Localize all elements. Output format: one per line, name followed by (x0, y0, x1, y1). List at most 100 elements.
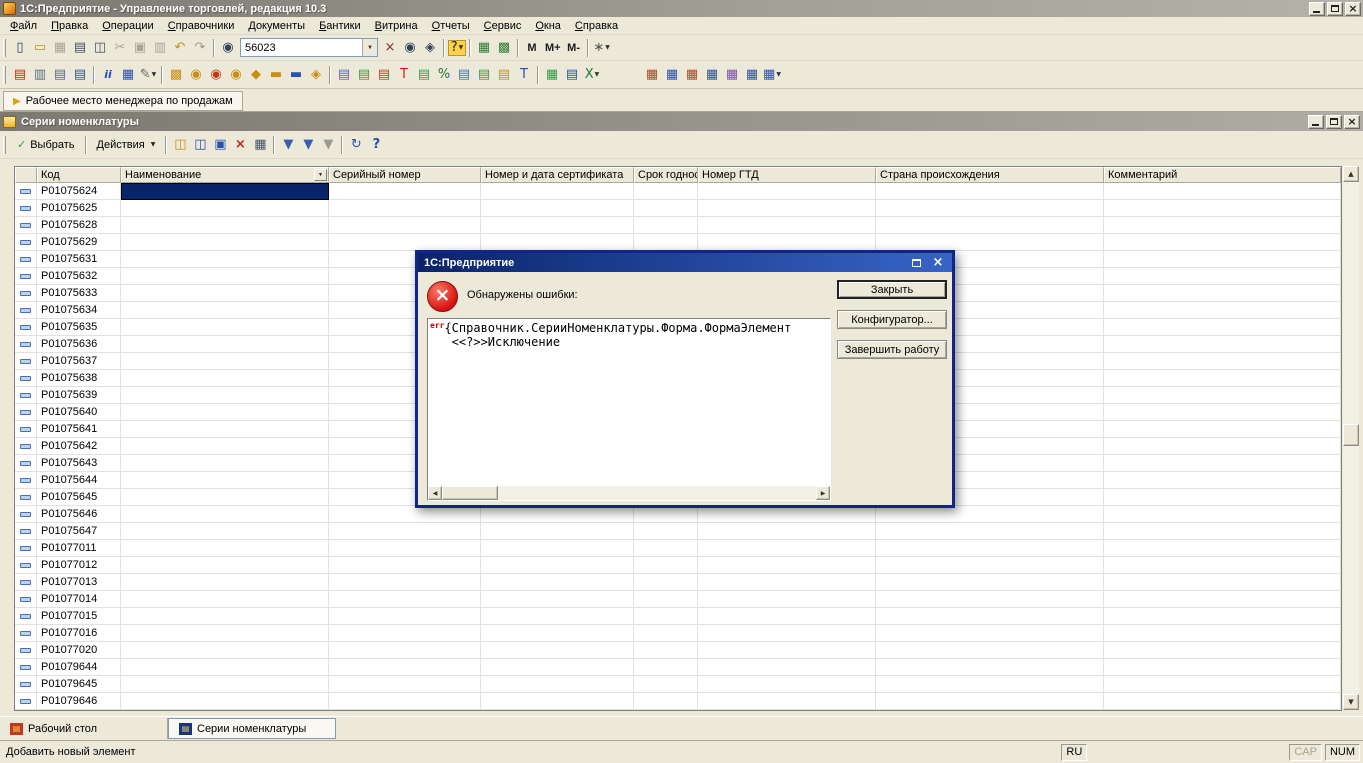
dialog-maximize-button[interactable] (908, 256, 924, 269)
doc-del-icon[interactable]: ▤ (374, 65, 394, 85)
scroll-down-icon[interactable]: ▼ (1343, 694, 1359, 710)
payment-out-icon[interactable]: ◉ (226, 65, 246, 85)
income-icon[interactable]: ◈ (306, 65, 326, 85)
filter-icon[interactable]: ▼ (278, 135, 298, 155)
coins-icon[interactable]: ◉ (186, 65, 206, 85)
menu-item[interactable]: Файл (3, 18, 44, 34)
menu-item[interactable]: Бантики (312, 18, 368, 34)
payment-in-icon[interactable]: ◉ (206, 65, 226, 85)
sort-dropdown-icon[interactable]: ▼ (314, 169, 327, 181)
shutdown-button[interactable]: Завершить работу (837, 340, 947, 359)
redo-icon[interactable]: ↷ (190, 38, 210, 58)
cash-book-icon[interactable]: ▤ (10, 65, 30, 85)
find-next-icon[interactable]: ◈ (420, 38, 440, 58)
table-row[interactable]: P01075625 (15, 200, 1341, 217)
info-icon[interactable]: ii (98, 65, 118, 85)
excel-export-icon[interactable]: Х ▼ (582, 65, 602, 85)
money-icon[interactable]: ▬ (266, 65, 286, 85)
table-row[interactable]: P01077011 (15, 540, 1341, 557)
horizontal-scrollbar[interactable]: ◀ ▶ (428, 486, 830, 500)
table-row[interactable]: P01079644 (15, 659, 1341, 676)
find-icon[interactable]: ◉ (218, 38, 238, 58)
table-row[interactable]: P01075646 (15, 506, 1341, 523)
print-preview-icon[interactable]: ◫ (90, 38, 110, 58)
documents-icon[interactable]: ▤ (70, 65, 90, 85)
table-row[interactable]: P01075629 (15, 234, 1341, 251)
table-row[interactable]: P01077013 (15, 574, 1341, 591)
table-row[interactable]: P01075624 (15, 183, 1341, 200)
edit-settings-icon[interactable]: ✎ ▼ (138, 65, 158, 85)
language-indicator[interactable]: RU (1061, 743, 1088, 761)
structure-blue2-icon[interactable]: ▦ (702, 65, 722, 85)
filter-by-value-icon[interactable]: ▼ (298, 135, 318, 155)
column-header[interactable]: Срок годнос... (634, 167, 698, 183)
search-combo[interactable]: 56023 ▼ (240, 38, 378, 57)
doc-gold-icon[interactable]: ▤ (494, 65, 514, 85)
bell-icon[interactable]: ◆ (246, 65, 266, 85)
taskbar-tab-desktop[interactable]: ▤ Рабочий стол (0, 718, 168, 739)
restore-button[interactable] (1327, 1, 1343, 16)
table-row[interactable]: P01077015 (15, 608, 1341, 625)
hierarchy-icon[interactable]: ◫ (190, 135, 210, 155)
doc-t-red-icon[interactable]: Т (394, 65, 414, 85)
scroll-right-icon[interactable]: ▶ (816, 486, 830, 500)
close-error-button[interactable]: Закрыть (837, 280, 947, 299)
structure-mixed-icon[interactable]: ▦ (722, 65, 742, 85)
spreadsheet-icon[interactable]: ▦ (474, 38, 494, 58)
column-header[interactable]: Комментарий (1104, 167, 1341, 183)
taskbar-tab-series[interactable]: ▤ Серии номенклатуры (168, 718, 336, 739)
cashbox-icon[interactable]: ▩ (166, 65, 186, 85)
dialog-close-icon[interactable]: × (930, 256, 946, 269)
menu-item[interactable]: Справка (568, 18, 625, 34)
structure-red-icon[interactable]: ▦ (642, 65, 662, 85)
refresh-icon[interactable]: ↻ (346, 135, 366, 155)
configurator-button[interactable]: Конфигуратор... (837, 310, 947, 329)
menu-item[interactable]: Документы (241, 18, 312, 34)
scrollbar-thumb[interactable] (442, 486, 498, 500)
column-header[interactable]: Страна происхождения (876, 167, 1104, 183)
menu-item[interactable]: Сервис (477, 18, 529, 34)
memory-button[interactable]: М (522, 38, 542, 58)
table-row[interactable]: P01079646 (15, 693, 1341, 710)
report-icon[interactable]: ▤ (562, 65, 582, 85)
table-row[interactable]: P01075647 (15, 523, 1341, 540)
memory-plus-button[interactable]: М+ (542, 38, 564, 58)
sales-manager-workplace-tab[interactable]: ▶ Рабочее место менеджера по продажам (3, 91, 243, 111)
table-row[interactable]: P01077016 (15, 625, 1341, 642)
delete-item-icon[interactable]: × (230, 135, 250, 155)
table-green-icon[interactable]: ▦ (542, 65, 562, 85)
chevron-down-icon[interactable]: ▼ (362, 39, 377, 56)
help-icon[interactable]: ? (366, 135, 386, 155)
child-minimize-button[interactable] (1308, 114, 1324, 129)
new-document-icon[interactable]: ▯ (10, 38, 30, 58)
column-header[interactable]: Серийный номер (329, 167, 481, 183)
doc-ok-icon[interactable]: ▤ (354, 65, 374, 85)
scrollbar-thumb[interactable] (1343, 424, 1359, 446)
structure-export-icon[interactable]: ▦ ▼ (762, 65, 782, 85)
child-restore-button[interactable] (1326, 114, 1342, 129)
structure-blue3-icon[interactable]: ▦ (742, 65, 762, 85)
menu-item[interactable]: Операции (95, 18, 160, 34)
clear-find-icon[interactable]: × (380, 38, 400, 58)
menu-item[interactable]: Витрина (368, 18, 425, 34)
table-row[interactable]: P01077012 (15, 557, 1341, 574)
doc-green-icon[interactable]: ▤ (414, 65, 434, 85)
table-row[interactable]: P01077020 (15, 642, 1341, 659)
vertical-scrollbar[interactable]: ▲ ▼ (1343, 166, 1359, 710)
table-row[interactable]: P01077014 (15, 591, 1341, 608)
column-header[interactable]: Наименование ▼ (121, 167, 329, 183)
tools-icon[interactable]: ∗ ▼ (592, 38, 612, 58)
menu-item[interactable]: Окна (528, 18, 568, 34)
scroll-left-icon[interactable]: ◀ (428, 486, 442, 500)
child-close-button[interactable]: × (1344, 114, 1360, 129)
undo-icon[interactable]: ↶ (170, 38, 190, 58)
doc-in-icon[interactable]: ▤ (334, 65, 354, 85)
scroll-up-icon[interactable]: ▲ (1343, 166, 1359, 182)
table-row[interactable]: P01075628 (15, 217, 1341, 234)
journal-icon[interactable]: ▤ (50, 65, 70, 85)
minimize-button[interactable] (1309, 1, 1325, 16)
discount-icon[interactable]: % (434, 65, 454, 85)
memory-minus-button[interactable]: М- (564, 38, 584, 58)
table-row[interactable]: P01079645 (15, 676, 1341, 693)
menu-item[interactable]: Отчеты (425, 18, 477, 34)
